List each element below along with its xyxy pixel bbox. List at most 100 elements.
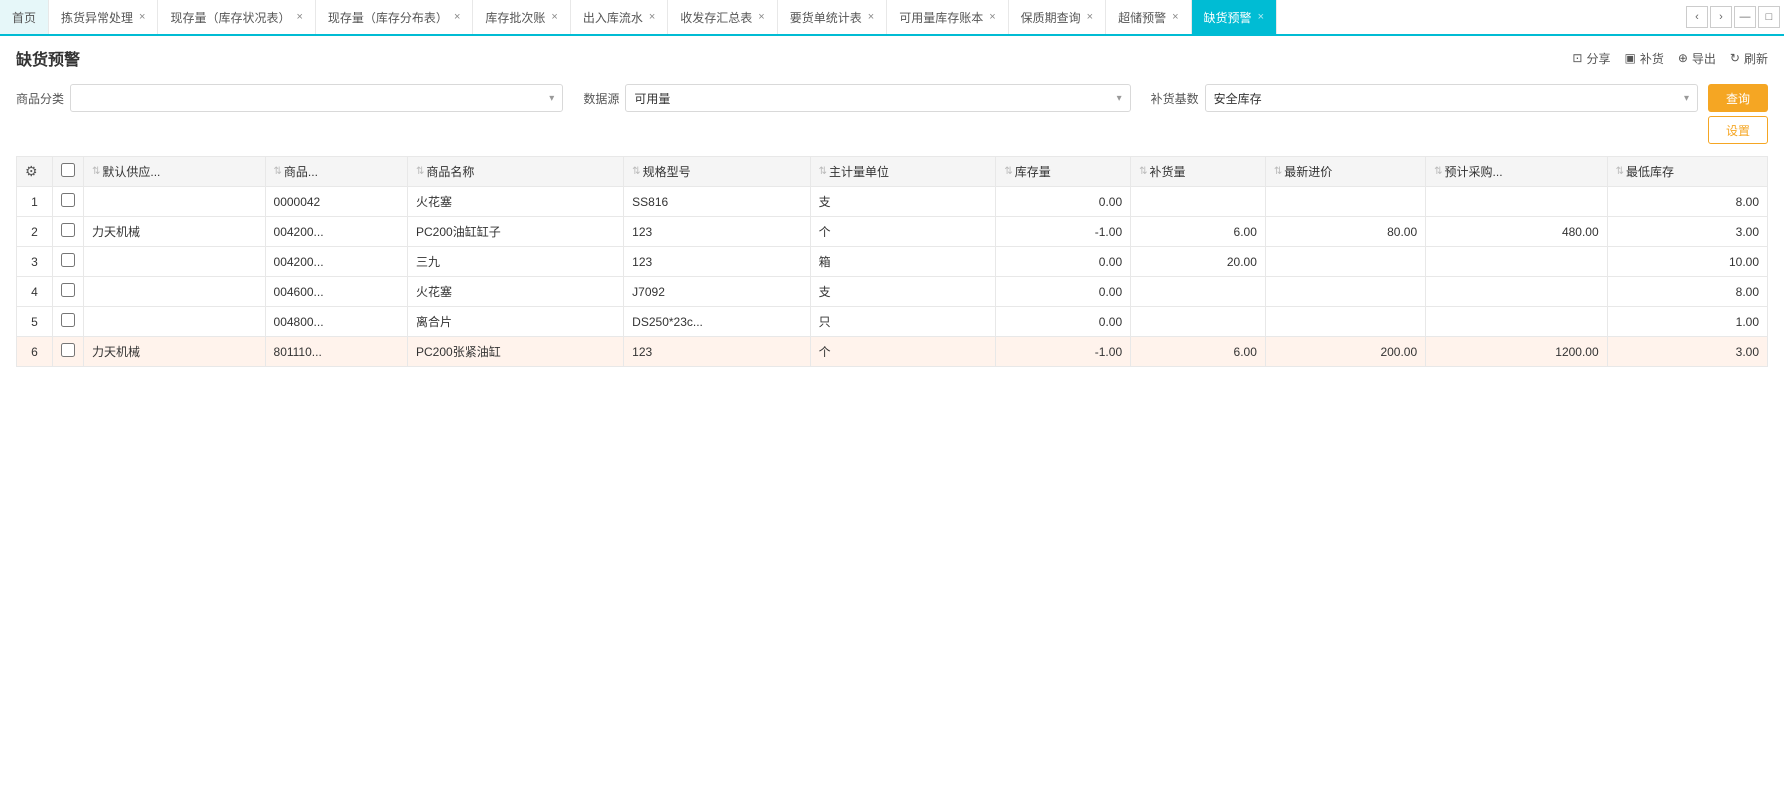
datasource-select[interactable]: 可用量 ▾: [625, 84, 1130, 112]
tab-minimize-button[interactable]: —: [1734, 6, 1756, 28]
tab-close-11[interactable]: ×: [1258, 11, 1264, 23]
tab-item-4[interactable]: 库存批次账×: [473, 0, 570, 34]
row-replenish-5: 6.00: [1131, 337, 1266, 367]
tab-maximize-button[interactable]: □: [1758, 6, 1780, 28]
tab-item-1[interactable]: 拣货异常处理×: [49, 0, 158, 34]
replenish-base-select[interactable]: 安全库存 ▾: [1205, 84, 1698, 112]
row-latest-price-5: 200.00: [1265, 337, 1425, 367]
row-product-code-0: 0000042: [265, 187, 408, 217]
row-product-code-4: 004800...: [265, 307, 408, 337]
row-est-purchase-0: [1426, 187, 1608, 217]
row-checkbox-4[interactable]: [53, 307, 84, 337]
est-purchase-column-header[interactable]: ⇅ 预计采购...: [1426, 157, 1608, 187]
row-min-stock-2: 10.00: [1607, 247, 1767, 277]
tab-close-10[interactable]: ×: [1172, 11, 1178, 23]
replenish-base-chevron-icon: ▾: [1684, 93, 1689, 104]
tab-item-2[interactable]: 现存量（库存状况表）×: [158, 0, 315, 34]
row-checkbox-2[interactable]: [53, 247, 84, 277]
row-select-checkbox-4[interactable]: [61, 313, 75, 327]
select-all-checkbox[interactable]: [61, 163, 75, 177]
refresh-button[interactable]: ↻ 刷新: [1730, 50, 1768, 67]
row-select-checkbox-3[interactable]: [61, 283, 75, 297]
row-latest-price-0: [1265, 187, 1425, 217]
replenish-button[interactable]: ▣ 补货: [1624, 50, 1663, 67]
row-est-purchase-5: 1200.00: [1426, 337, 1608, 367]
tab-item-9[interactable]: 保质期查询×: [1009, 0, 1106, 34]
tab-item-10[interactable]: 超储预警×: [1106, 0, 1191, 34]
checkbox-column-header[interactable]: [53, 157, 84, 187]
row-select-checkbox-0[interactable]: [61, 193, 75, 207]
stock-column-header[interactable]: ⇅ 库存量: [996, 157, 1131, 187]
latest-price-column-header[interactable]: ⇅ 最新进价: [1265, 157, 1425, 187]
product-name-column-header[interactable]: ⇅ 商品名称: [408, 157, 624, 187]
tab-item-8[interactable]: 可用量库存账本×: [887, 0, 1008, 34]
row-min-stock-3: 8.00: [1607, 277, 1767, 307]
row-spec-3: J7092: [624, 277, 810, 307]
tab-close-4[interactable]: ×: [551, 11, 557, 23]
sort-icon: ⇅: [632, 166, 640, 177]
supplier-column-header[interactable]: ⇅ 默认供应...: [84, 157, 266, 187]
row-stock-3: 0.00: [996, 277, 1131, 307]
export-button[interactable]: ⊕ 导出: [1678, 50, 1716, 67]
tab-item-6[interactable]: 收发存汇总表×: [668, 0, 777, 34]
tab-item-7[interactable]: 要货单统计表×: [778, 0, 887, 34]
tab-close-1[interactable]: ×: [139, 11, 145, 23]
row-checkbox-0[interactable]: [53, 187, 84, 217]
tab-item-3[interactable]: 现存量（库存分布表）×: [316, 0, 473, 34]
datasource-filter-group: 数据源 可用量 ▾: [583, 84, 1130, 112]
row-stock-4: 0.00: [996, 307, 1131, 337]
table-row: 5 004800... 离合片 DS250*23c... 只 0.00 1.00: [17, 307, 1768, 337]
category-select[interactable]: ▾: [70, 84, 563, 112]
row-checkbox-5[interactable]: [53, 337, 84, 367]
query-button[interactable]: 查询: [1708, 84, 1768, 112]
row-index-0: 1: [17, 187, 53, 217]
settings-column-header[interactable]: ⚙: [17, 157, 53, 187]
tab-prev-button[interactable]: ‹: [1686, 6, 1708, 28]
replenish-column-header[interactable]: ⇅ 补货量: [1131, 157, 1266, 187]
tab-close-5[interactable]: ×: [649, 11, 655, 23]
row-spec-5: 123: [624, 337, 810, 367]
tab-close-9[interactable]: ×: [1087, 11, 1093, 23]
tab-item-5[interactable]: 出入库流水×: [571, 0, 668, 34]
export-icon: ⊕: [1678, 51, 1688, 65]
min-stock-column-header[interactable]: ⇅ 最低库存: [1607, 157, 1767, 187]
tab-close-7[interactable]: ×: [868, 11, 874, 23]
tab-item-0[interactable]: 首页: [0, 0, 49, 34]
settings-button[interactable]: 设置: [1708, 116, 1768, 144]
row-checkbox-1[interactable]: [53, 217, 84, 247]
row-product-code-1: 004200...: [265, 217, 408, 247]
row-replenish-1: 6.00: [1131, 217, 1266, 247]
row-select-checkbox-1[interactable]: [61, 223, 75, 237]
table-row: 3 004200... 三九 123 箱 0.00 20.00 10.00: [17, 247, 1768, 277]
unit-column-header[interactable]: ⇅ 主计量单位: [810, 157, 996, 187]
sort-icon: ⇅: [416, 166, 424, 177]
tab-navigation: ‹ › — □: [1682, 6, 1784, 28]
product-code-column-header[interactable]: ⇅ 商品...: [265, 157, 408, 187]
row-replenish-4: [1131, 307, 1266, 337]
row-latest-price-4: [1265, 307, 1425, 337]
row-select-checkbox-5[interactable]: [61, 343, 75, 357]
tab-close-2[interactable]: ×: [296, 11, 302, 23]
tab-next-button[interactable]: ›: [1710, 6, 1732, 28]
row-checkbox-3[interactable]: [53, 277, 84, 307]
tab-bar[interactable]: 首页拣货异常处理×现存量（库存状况表）×现存量（库存分布表）×库存批次账×出入库…: [0, 0, 1784, 36]
tab-close-6[interactable]: ×: [758, 11, 764, 23]
row-min-stock-5: 3.00: [1607, 337, 1767, 367]
gear-icon[interactable]: ⚙: [25, 163, 38, 179]
share-button[interactable]: ⊡ 分享: [1572, 50, 1610, 67]
row-select-checkbox-2[interactable]: [61, 253, 75, 267]
table-row: 1 0000042 火花塞 SS816 支 0.00 8.00: [17, 187, 1768, 217]
tab-close-3[interactable]: ×: [454, 11, 460, 23]
datasource-label: 数据源: [583, 90, 619, 107]
row-product-name-2: 三九: [408, 247, 624, 277]
row-product-name-1: PC200油缸缸子: [408, 217, 624, 247]
row-product-code-5: 801110...: [265, 337, 408, 367]
row-supplier-2: [84, 247, 266, 277]
row-unit-3: 支: [810, 277, 996, 307]
spec-column-header[interactable]: ⇅ 规格型号: [624, 157, 810, 187]
tab-item-11[interactable]: 缺货预警×: [1192, 0, 1277, 34]
table-row: 6 力天机械 801110... PC200张紧油缸 123 个 -1.00 6…: [17, 337, 1768, 367]
tab-close-8[interactable]: ×: [989, 11, 995, 23]
replenish-base-filter-group: 补货基数 安全库存 ▾: [1151, 84, 1698, 112]
row-product-name-5: PC200张紧油缸: [408, 337, 624, 367]
